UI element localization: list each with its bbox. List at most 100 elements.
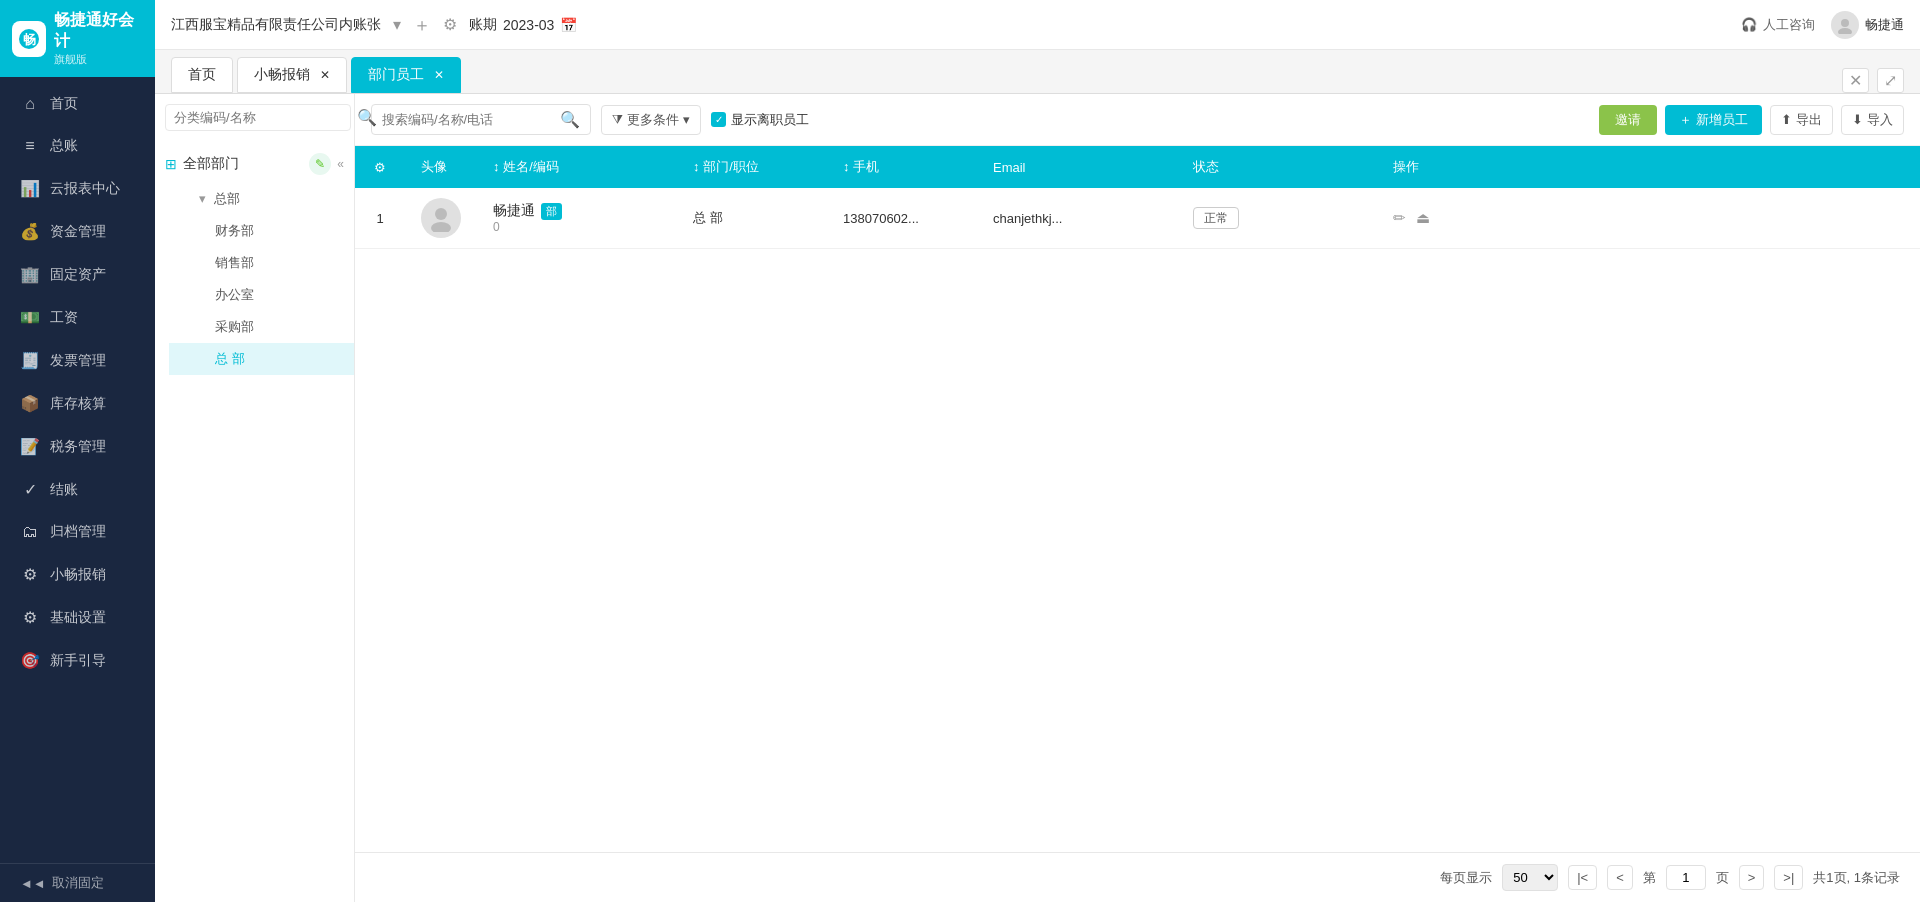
more-filter-btn[interactable]: ⧩ 更多条件 ▾ xyxy=(601,105,701,135)
sidebar-item-capital[interactable]: 💰 资金管理 xyxy=(0,210,155,253)
expense-icon: ⚙ xyxy=(20,565,40,584)
dept-purchase-label: 采购部 xyxy=(199,319,254,334)
page-prev-btn[interactable]: < xyxy=(1607,865,1633,890)
sidebar-item-home-label: 首页 xyxy=(50,95,78,113)
invoice-icon: 🧾 xyxy=(20,351,40,370)
col-settings[interactable]: ⚙ xyxy=(355,146,405,188)
sidebar-item-home[interactable]: ⌂ 首页 xyxy=(0,83,155,125)
sidebar-item-ledger[interactable]: ≡ 总账 xyxy=(0,125,155,167)
dept-item-sales[interactable]: 销售部 xyxy=(169,247,354,279)
tab-department-close[interactable]: ✕ xyxy=(434,68,444,82)
tab-department[interactable]: 部门员工 ✕ xyxy=(351,57,461,93)
dept-search-icon[interactable]: 🔍 xyxy=(357,108,377,127)
dept-root-all[interactable]: ⊞ 全部部门 ✎ « xyxy=(155,145,354,183)
dept-item-office[interactable]: 办公室 xyxy=(169,279,354,311)
employee-search-box: 🔍 xyxy=(371,104,591,135)
dept-item-root[interactable]: ▾ 总部 xyxy=(169,183,354,215)
sidebar-item-fixed-assets[interactable]: 🏢 固定资产 xyxy=(0,253,155,296)
dept-tree: ⊞ 全部部门 ✎ « ▾ 总部 财务部 销售部 xyxy=(155,141,354,902)
col-phone[interactable]: ↕ 手机 xyxy=(827,146,977,188)
settlement-icon: ✓ xyxy=(20,480,40,499)
page-size-select[interactable]: 50 100 200 xyxy=(1502,864,1558,891)
tab-home[interactable]: 首页 xyxy=(171,57,233,93)
dept-item-finance[interactable]: 财务部 xyxy=(169,215,354,247)
sidebar-item-cloud-reports[interactable]: 📊 云报表中心 xyxy=(0,167,155,210)
tab-expense[interactable]: 小畅报销 ✕ xyxy=(237,57,347,93)
import-label: 导入 xyxy=(1867,111,1893,129)
page-last-btn[interactable]: >| xyxy=(1774,865,1803,890)
sidebar-item-inventory[interactable]: 📦 库存核算 xyxy=(0,382,155,425)
employee-search-input[interactable] xyxy=(382,112,554,127)
dept-sales-label: 销售部 xyxy=(199,255,254,270)
col-name[interactable]: ↕ 姓名/编码 xyxy=(477,146,677,188)
sidebar-item-salary[interactable]: 💵 工资 xyxy=(0,296,155,339)
invite-btn[interactable]: 邀请 xyxy=(1599,105,1657,135)
company-name[interactable]: 江西服宝精品有限责任公司内账张 xyxy=(171,16,381,34)
service-btn[interactable]: 🎧 人工咨询 xyxy=(1741,16,1815,34)
period-value[interactable]: 2023-03 xyxy=(503,17,554,33)
svg-text:畅: 畅 xyxy=(22,32,35,47)
avatar xyxy=(1831,11,1859,39)
tab-department-label: 部门员工 xyxy=(368,66,424,84)
dropdown-icon[interactable]: ▾ xyxy=(393,15,401,34)
svg-point-5 xyxy=(431,222,451,232)
edit-btn[interactable]: ✏ xyxy=(1393,209,1406,227)
dept-search-input[interactable] xyxy=(165,104,351,131)
period-selector: 账期 2023-03 📅 xyxy=(469,16,577,34)
dept-expand-icon: ▾ xyxy=(199,191,206,206)
tab-expense-close[interactable]: ✕ xyxy=(320,68,330,82)
add-employee-btn[interactable]: ＋ 新增员工 xyxy=(1665,105,1762,135)
user-menu[interactable]: 畅捷通 xyxy=(1831,11,1904,39)
collapse-label: 取消固定 xyxy=(52,874,104,892)
sidebar-item-salary-label: 工资 xyxy=(50,309,78,327)
salary-icon: 💵 xyxy=(20,308,40,327)
settings-icon-topbar[interactable]: ⚙ xyxy=(443,15,457,34)
dept-root-name: 总部 xyxy=(214,191,240,206)
sidebar-item-guide[interactable]: 🎯 新手引导 xyxy=(0,639,155,682)
show-resigned-toggle[interactable]: ✓ 显示离职员工 xyxy=(711,111,809,129)
col-dept[interactable]: ↕ 部门/职位 xyxy=(677,146,827,188)
sidebar-item-archive-label: 归档管理 xyxy=(50,523,106,541)
app-logo[interactable]: 畅 畅捷通好会计 旗舰版 xyxy=(0,0,155,77)
guide-icon: 🎯 xyxy=(20,651,40,670)
row-index: 1 xyxy=(355,188,405,249)
col-email: Email xyxy=(977,146,1177,188)
total-label: 共1页, 1条记录 xyxy=(1813,869,1900,887)
sidebar-collapse-btn[interactable]: ◄◄ 取消固定 xyxy=(0,863,155,902)
tab-expand-btn[interactable]: ⤢ xyxy=(1877,68,1904,93)
sidebar-item-settings-label: 基础设置 xyxy=(50,609,106,627)
page-first-btn[interactable]: |< xyxy=(1568,865,1597,890)
dept-collapse-icon[interactable]: « xyxy=(337,157,344,171)
sidebar-item-tax[interactable]: 📝 税务管理 xyxy=(0,425,155,468)
right-panel: 🔍 ⧩ 更多条件 ▾ ✓ 显示离职员工 邀请 ＋ 新增员工 xyxy=(355,94,1920,902)
row-phone: 138070602... xyxy=(827,188,977,249)
resigned-checkbox[interactable]: ✓ xyxy=(711,112,726,127)
search-icon[interactable]: 🔍 xyxy=(560,110,580,129)
add-company-btn[interactable]: ＋ xyxy=(413,13,431,37)
filter-dropdown-icon: ▾ xyxy=(683,112,690,127)
dept-add-btn[interactable]: ✎ xyxy=(309,153,331,175)
left-panel: 🔍 ⊞ 全部部门 ✎ « ▾ 总部 财务部 xyxy=(155,94,355,902)
settings-icon: ⚙ xyxy=(20,608,40,627)
page-input[interactable] xyxy=(1666,865,1706,890)
col-avatar: 头像 xyxy=(405,146,477,188)
sidebar-item-ledger-label: 总账 xyxy=(50,137,78,155)
logout-btn[interactable]: ⏏ xyxy=(1416,209,1430,227)
sidebar-item-archive[interactable]: 🗂 归档管理 xyxy=(0,511,155,553)
export-btn[interactable]: ⬆ 导出 xyxy=(1770,105,1833,135)
calendar-icon[interactable]: 📅 xyxy=(560,17,577,33)
import-btn[interactable]: ⬇ 导入 xyxy=(1841,105,1904,135)
dept-item-general[interactable]: 总 部 xyxy=(169,343,354,375)
dept-item-purchase[interactable]: 采购部 xyxy=(169,311,354,343)
row-dept: 总 部 xyxy=(677,188,827,249)
filter-icon: ⧩ xyxy=(612,112,623,128)
sidebar-item-expense[interactable]: ⚙ 小畅报销 xyxy=(0,553,155,596)
page-next-btn[interactable]: > xyxy=(1739,865,1765,890)
sidebar-item-settlement[interactable]: ✓ 结账 xyxy=(0,468,155,511)
sidebar-item-invoice-label: 发票管理 xyxy=(50,352,106,370)
sidebar-item-settings[interactable]: ⚙ 基础设置 xyxy=(0,596,155,639)
tab-close-btn[interactable]: ✕ xyxy=(1842,68,1869,93)
employee-table-wrapper: ⚙ 头像 ↕ 姓名/编码 ↕ 部门/职位 ↕ 手机 Email xyxy=(355,146,1920,852)
sidebar-item-invoice[interactable]: 🧾 发票管理 xyxy=(0,339,155,382)
sidebar-item-tax-label: 税务管理 xyxy=(50,438,106,456)
